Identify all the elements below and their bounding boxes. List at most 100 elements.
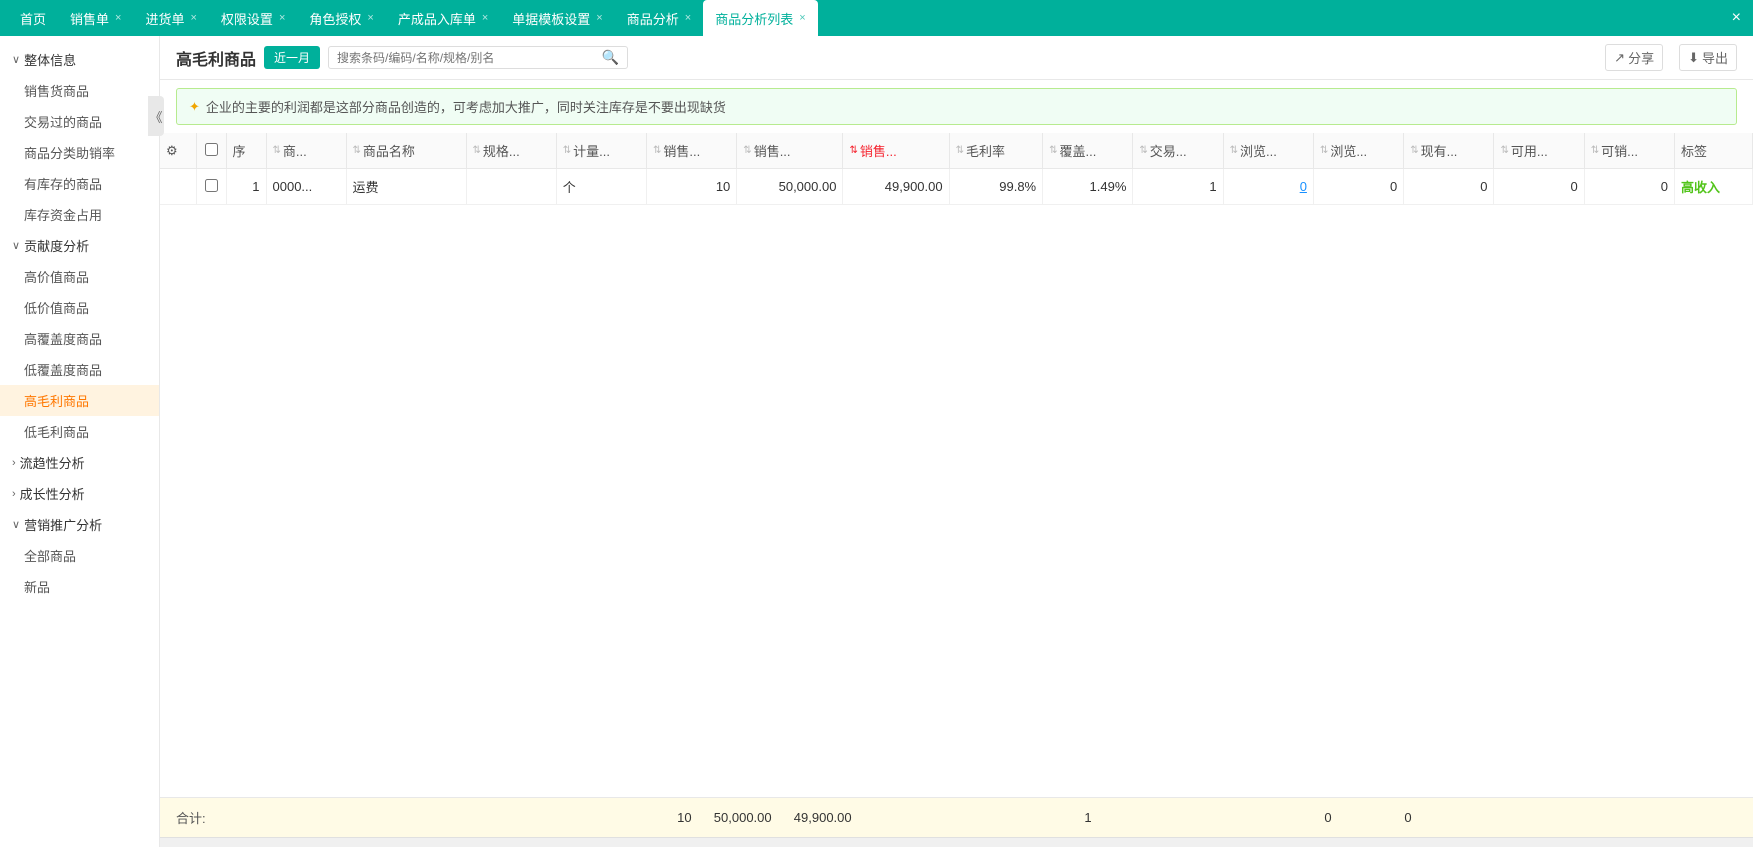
share-icon: ↗ (1614, 50, 1625, 66)
sidebar-item-high-coverage[interactable]: 高覆盖度商品 (0, 323, 159, 354)
close-icon[interactable]: × (482, 12, 488, 24)
row-trade-count: 1 (1133, 169, 1223, 205)
table-row: 1 0000... 运费 个 10 50,000.00 49,900.00 99… (160, 169, 1753, 205)
row-available: 0 (1494, 169, 1584, 205)
footer-current-stock: 0 (1260, 806, 1340, 829)
top-navigation: 首页 销售单 × 进货单 × 权限设置 × 角色授权 × 产成品入库单 × 单据… (0, 0, 1753, 36)
data-table-wrapper[interactable]: ⚙ 序 ⇅ 商... (160, 133, 1753, 797)
col-header-sales-profit[interactable]: ⇅ 销售... (843, 133, 949, 169)
row-browse1[interactable]: 0 (1223, 169, 1313, 205)
nav-tab-product-analysis[interactable]: 商品分析 × (615, 0, 703, 36)
col-header-saleable[interactable]: ⇅ 可销... (1584, 133, 1674, 169)
col-header-check[interactable] (196, 133, 226, 169)
row-sales-profit: 49,900.00 (843, 169, 949, 205)
sidebar-item-high-value[interactable]: 高价值商品 (0, 261, 159, 292)
close-icon[interactable]: × (367, 12, 373, 24)
col-header-settings[interactable]: ⚙ (160, 133, 196, 169)
sidebar: ∨ 整体信息 销售货商品 交易过的商品 商品分类助销率 有库存的商品 库存资金占… (0, 36, 160, 847)
sidebar-item-in-stock[interactable]: 有库存的商品 (0, 168, 159, 199)
col-header-current-stock[interactable]: ⇅ 现有... (1404, 133, 1494, 169)
chevron-down-icon: ∨ (12, 53, 20, 66)
col-header-unit[interactable]: ⇅ 计量... (556, 133, 646, 169)
row-index: 1 (226, 169, 266, 205)
footer-trade-count: 1 (1020, 806, 1100, 829)
search-icon: 🔍 (602, 49, 619, 66)
sidebar-item-low-coverage[interactable]: 低覆盖度商品 (0, 354, 159, 385)
close-icon[interactable]: × (190, 12, 196, 24)
search-input[interactable] (337, 51, 602, 65)
nav-tab-template[interactable]: 单据模板设置 × (500, 0, 614, 36)
sidebar-group-overall[interactable]: ∨ 整体信息 (0, 44, 159, 75)
row-unit: 个 (556, 169, 646, 205)
sidebar-collapse-button[interactable]: 《 (148, 96, 164, 136)
sidebar-group-contribution[interactable]: ∨ 贡献度分析 (0, 230, 159, 261)
close-icon[interactable]: × (279, 12, 285, 24)
info-banner: ✦ 企业的主要的利润都是这部分商品创造的，可考虑加大推广，同时关注库存是不要出现… (176, 88, 1737, 125)
row-saleable: 0 (1584, 169, 1674, 205)
col-header-sales-qty[interactable]: ⇅ 销售... (647, 133, 737, 169)
sidebar-group-growth[interactable]: › 成长性分析 (0, 478, 159, 509)
chevron-down-icon: ∨ (12, 239, 20, 252)
nav-tab-roles[interactable]: 角色授权 × (297, 0, 385, 36)
row-sales-qty: 10 (647, 169, 737, 205)
nav-tab-product-inbound[interactable]: 产成品入库单 × (386, 0, 500, 36)
sidebar-group-trend[interactable]: › 流趋性分析 (0, 447, 159, 478)
row-settings[interactable] (160, 169, 196, 205)
close-icon[interactable]: × (685, 12, 691, 24)
nav-tab-sales[interactable]: 销售单 × (58, 0, 133, 36)
info-icon: ✦ (189, 99, 200, 115)
footer-available: 0 (1340, 806, 1420, 829)
date-filter-button[interactable]: 近一月 (264, 46, 320, 69)
page-title: 高毛利商品 (176, 46, 256, 70)
export-button[interactable]: ⬇ 导出 (1679, 44, 1737, 71)
sidebar-item-traded-goods[interactable]: 交易过的商品 (0, 106, 159, 137)
row-coverage: 1.49% (1043, 169, 1133, 205)
close-icon[interactable]: × (115, 12, 121, 24)
sidebar-item-new-goods[interactable]: 新品 (0, 571, 159, 602)
col-header-gross-margin[interactable]: ⇅ 毛利率 (949, 133, 1043, 169)
row-checkbox-cell[interactable] (196, 169, 226, 205)
col-header-coverage[interactable]: ⇅ 覆盖... (1043, 133, 1133, 169)
row-checkbox[interactable] (205, 179, 218, 192)
chevron-right-icon: › (12, 457, 16, 469)
window-close-button[interactable]: × (1728, 5, 1745, 31)
sidebar-item-low-margin[interactable]: 低毛利商品 (0, 416, 159, 447)
sidebar-group-marketing[interactable]: ∨ 营销推广分析 (0, 509, 159, 540)
row-code: 0000... (266, 169, 346, 205)
close-icon[interactable]: × (596, 12, 602, 24)
nav-tab-permissions[interactable]: 权限设置 × (209, 0, 297, 36)
content-header: 高毛利商品 近一月 🔍 ↗ 分享 ⬇ 导出 (160, 36, 1753, 80)
footer-sales-amount: 50,000.00 (700, 806, 780, 829)
col-header-browse1[interactable]: ⇅ 浏览... (1223, 133, 1313, 169)
col-header-trade-count[interactable]: ⇅ 交易... (1133, 133, 1223, 169)
col-header-spec[interactable]: ⇅ 规格... (466, 133, 556, 169)
close-icon[interactable]: × (799, 12, 805, 24)
search-box[interactable]: 🔍 (328, 46, 628, 69)
col-header-sales-amount[interactable]: ⇅ 销售... (737, 133, 843, 169)
row-tag: 高收入 (1674, 169, 1752, 205)
col-header-name[interactable]: ⇅ 商品名称 (346, 133, 466, 169)
col-header-tag[interactable]: 标签 (1674, 133, 1752, 169)
sidebar-item-category-rate[interactable]: 商品分类助销率 (0, 137, 159, 168)
sidebar-item-all-goods[interactable]: 全部商品 (0, 540, 159, 571)
row-sales-amount: 50,000.00 (737, 169, 843, 205)
horizontal-scrollbar[interactable] (160, 837, 1753, 847)
nav-tab-product-analysis-list[interactable]: 商品分析列表 × (703, 0, 817, 36)
row-browse2: 0 (1313, 169, 1403, 205)
select-all-checkbox[interactable] (205, 143, 218, 156)
col-header-browse2[interactable]: ⇅ 浏览... (1313, 133, 1403, 169)
chevron-right-icon: › (12, 488, 16, 500)
sidebar-item-sales-goods[interactable]: 销售货商品 (0, 75, 159, 106)
share-button[interactable]: ↗ 分享 (1605, 44, 1663, 71)
col-header-code[interactable]: ⇅ 商... (266, 133, 346, 169)
nav-tab-home[interactable]: 首页 (8, 0, 58, 36)
row-gross-margin: 99.8% (949, 169, 1043, 205)
nav-tab-purchase[interactable]: 进货单 × (133, 0, 208, 36)
sidebar-item-high-margin[interactable]: 高毛利商品 (0, 385, 159, 416)
row-current-stock: 0 (1404, 169, 1494, 205)
content-area: 高毛利商品 近一月 🔍 ↗ 分享 ⬇ 导出 ✦ 企业的主要的利润都是这部分商品创… (160, 36, 1753, 847)
col-header-available[interactable]: ⇅ 可用... (1494, 133, 1584, 169)
sidebar-item-stock-funds[interactable]: 库存资金占用 (0, 199, 159, 230)
footer-total-bar: 合计: 10 50,000.00 49,900.00 1 0 0 (160, 797, 1753, 837)
sidebar-item-low-value[interactable]: 低价值商品 (0, 292, 159, 323)
